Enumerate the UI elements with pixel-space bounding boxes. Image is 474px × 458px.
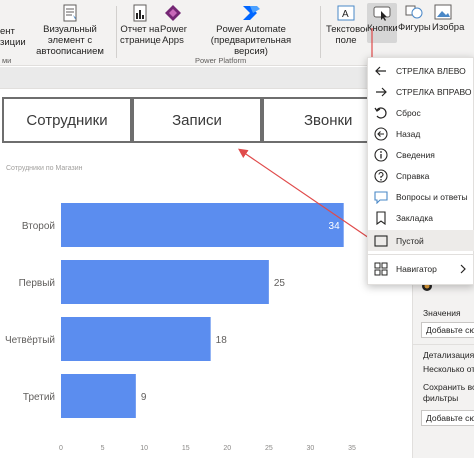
help-icon: [374, 168, 388, 183]
menu-item-navigator[interactable]: Навигатор: [368, 258, 474, 279]
menu-item-label: Вопросы и ответы: [396, 191, 468, 202]
bookmark-icon: [376, 210, 386, 225]
arrow-right-icon: [376, 87, 387, 96]
reset-icon: [374, 106, 387, 119]
menu-item-bookmark[interactable]: Закладка: [368, 207, 474, 228]
qna-icon: [374, 190, 388, 204]
menu-item-label: Пустой: [396, 235, 424, 246]
blank-icon: [374, 234, 388, 247]
menu-item-blank[interactable]: Пустой: [368, 230, 474, 251]
menu-divider: [368, 254, 474, 255]
menu-item-label: Навигатор: [396, 263, 437, 274]
menu-item-help[interactable]: Справка: [368, 165, 474, 186]
menu-item-label: Справка: [396, 170, 430, 181]
arrow-left-icon: [375, 66, 386, 75]
navigator-icon: [374, 262, 388, 275]
info-icon: [374, 147, 388, 162]
menu-item-back[interactable]: Назад: [368, 123, 474, 144]
menu-item-label: Закладка: [396, 212, 433, 223]
back-icon: [374, 126, 388, 141]
menu-item-label: Назад: [396, 128, 421, 139]
menu-item-reset[interactable]: Сброс: [368, 102, 474, 123]
annotation-arrow-to-button: [238, 148, 373, 241]
menu-item-label: Сведения: [396, 149, 435, 160]
menu-item-label: Сброс: [396, 107, 421, 118]
menu-item-label: СТРЕЛКА ВПРАВО: [396, 86, 472, 97]
menu-item-arrow-left[interactable]: СТРЕЛКА ВЛЕВО: [368, 60, 474, 81]
buttons-dropdown-menu: СТРЕЛКА ВЛЕВО СТРЕЛКА ВПРАВО Сброс Назад…: [367, 57, 474, 285]
menu-item-info[interactable]: Сведения: [368, 144, 474, 165]
menu-item-arrow-right[interactable]: СТРЕЛКА ВПРАВО: [368, 81, 474, 102]
menu-item-qna[interactable]: Вопросы и ответы: [368, 186, 474, 207]
chevron-right-icon: [460, 264, 466, 273]
menu-item-label: СТРЕЛКА ВЛЕВО: [396, 65, 466, 76]
